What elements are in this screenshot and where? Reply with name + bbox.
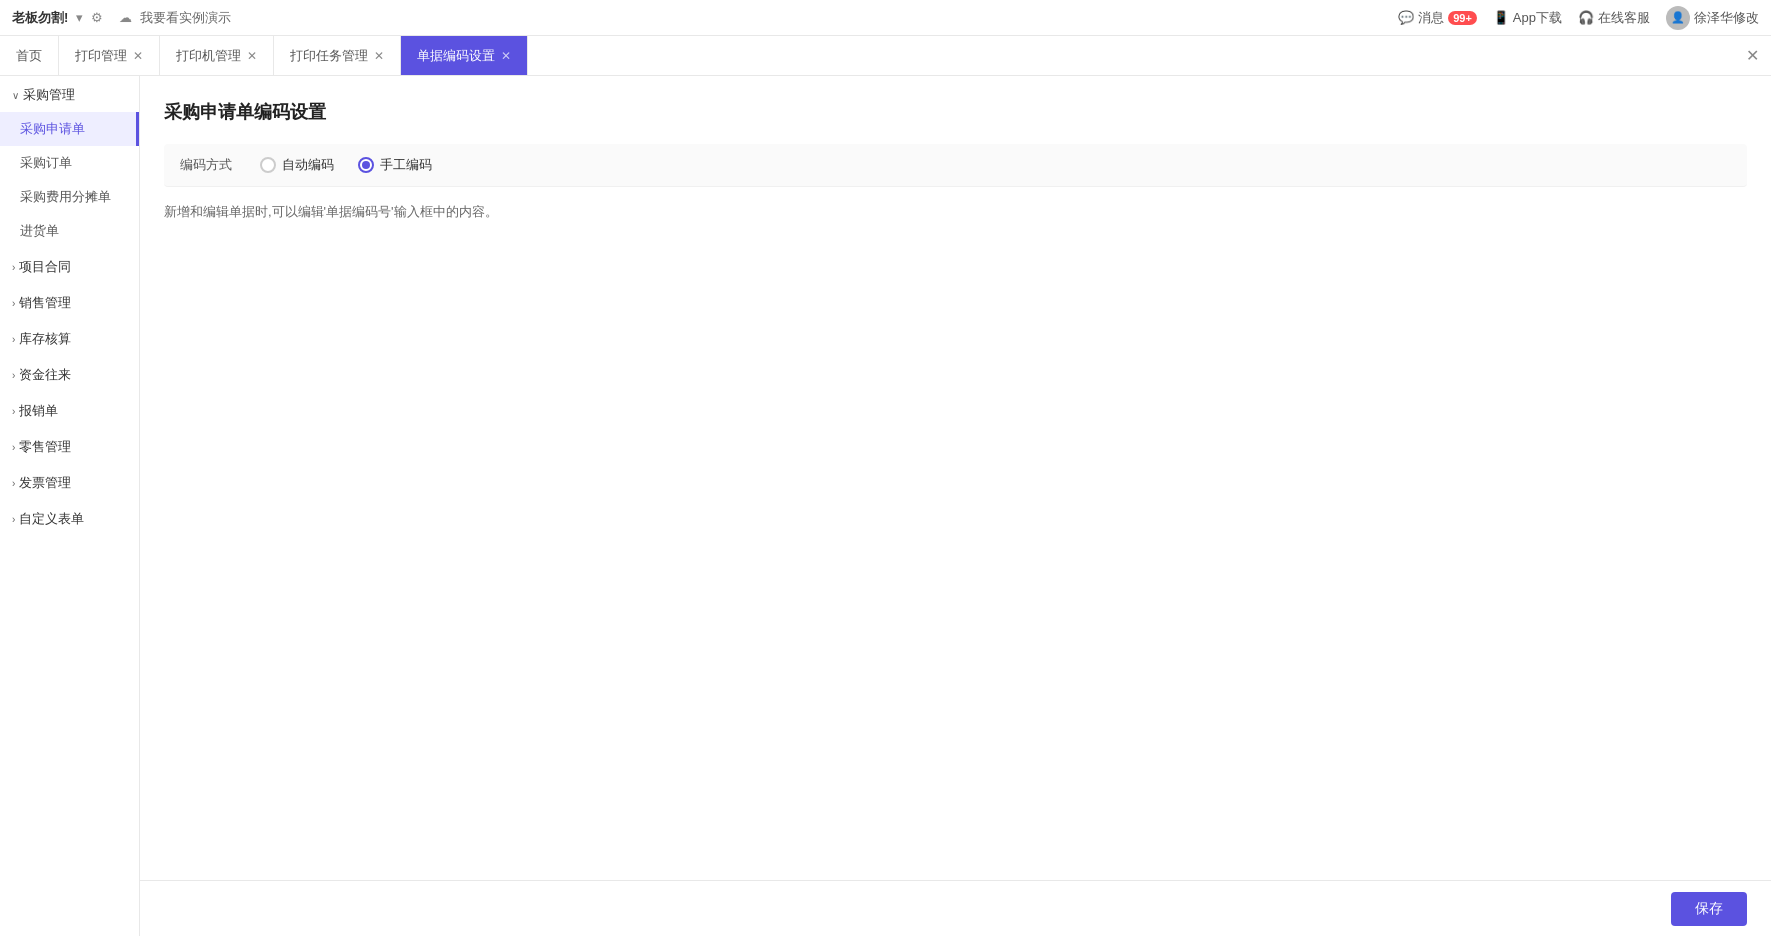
- sidebar-group-inventory-label: 库存核算: [19, 330, 71, 348]
- chevron-right-icon-2: ›: [12, 298, 15, 309]
- chevron-right-icon-8: ›: [12, 514, 15, 525]
- chevron-right-icon-4: ›: [12, 370, 15, 381]
- app-download-label: App下载: [1513, 9, 1562, 27]
- sidebar-item-purchase-order[interactable]: 采购订单: [0, 146, 139, 180]
- message-button[interactable]: 💬 消息 99+: [1398, 9, 1477, 27]
- online-service-icon: 🎧: [1578, 10, 1594, 25]
- tab-printer-mgmt-label: 打印机管理: [176, 47, 241, 65]
- sidebar-group-custom-label: 自定义表单: [19, 510, 84, 528]
- app-download-button[interactable]: 📱 App下载: [1493, 9, 1562, 27]
- app-download-icon: 📱: [1493, 10, 1509, 25]
- sidebar-group-fund-label: 资金往来: [19, 366, 71, 384]
- user-name: 徐泽华修改: [1694, 9, 1759, 27]
- tab-print-mgmt[interactable]: 打印管理 ✕: [59, 36, 160, 75]
- message-icon: 💬: [1398, 10, 1414, 25]
- chevron-down-icon: ∨: [12, 90, 19, 101]
- online-service-label: 在线客服: [1598, 9, 1650, 27]
- tab-barcode-settings-close[interactable]: ✕: [501, 49, 511, 63]
- dropdown-icon[interactable]: ▾: [76, 10, 83, 25]
- sidebar-group-custom-header[interactable]: › 自定义表单: [0, 500, 139, 536]
- sidebar-group-invoice-label: 发票管理: [19, 474, 71, 492]
- sidebar-group-purchase: ∨ 采购管理 采购申请单 采购订单 采购费用分摊单 进货单: [0, 76, 139, 248]
- save-button[interactable]: 保存: [1671, 892, 1747, 926]
- manual-code-label: 手工编码: [380, 156, 432, 174]
- encoding-label: 编码方式: [180, 156, 240, 174]
- app-logo: 老板勿割!: [12, 9, 68, 27]
- top-bar-right: 💬 消息 99+ 📱 App下载 🎧 在线客服 👤 徐泽华修改: [1398, 6, 1759, 30]
- avatar: 👤: [1666, 6, 1690, 30]
- page-title: 采购申请单编码设置: [164, 100, 1747, 124]
- content-area: 采购申请单编码设置 编码方式 自动编码 手工编码 新增和编辑单据时,可以编辑'单…: [140, 76, 1771, 936]
- sidebar-group-project-header[interactable]: › 项目合同: [0, 248, 139, 284]
- tab-bar-close[interactable]: ✕: [1734, 36, 1771, 75]
- sidebar-group-sales-header[interactable]: › 销售管理: [0, 284, 139, 320]
- tab-print-task[interactable]: 打印任务管理 ✕: [274, 36, 401, 75]
- settings-icon[interactable]: ⚙: [91, 10, 103, 25]
- chevron-right-icon-6: ›: [12, 442, 15, 453]
- message-badge: 99+: [1448, 11, 1477, 25]
- chevron-right-icon-5: ›: [12, 406, 15, 417]
- tab-print-mgmt-close[interactable]: ✕: [133, 49, 143, 63]
- sidebar-item-purchase-expense-label: 采购费用分摊单: [20, 189, 111, 204]
- sidebar-group-purchase-header[interactable]: ∨ 采购管理: [0, 76, 139, 112]
- chevron-right-icon-7: ›: [12, 478, 15, 489]
- sidebar-group-invoice-header[interactable]: › 发票管理: [0, 464, 139, 500]
- sidebar-group-inventory-header[interactable]: › 库存核算: [0, 320, 139, 356]
- sidebar-group-sales-label: 销售管理: [19, 294, 71, 312]
- tab-home-label: 首页: [16, 47, 42, 65]
- sidebar-item-stock-in[interactable]: 进货单: [0, 214, 139, 248]
- sidebar-group-retail-label: 零售管理: [19, 438, 71, 456]
- sidebar-item-purchase-expense[interactable]: 采购费用分摊单: [0, 180, 139, 214]
- manual-code-radio[interactable]: 手工编码: [358, 156, 432, 174]
- tab-print-mgmt-label: 打印管理: [75, 47, 127, 65]
- online-service-button[interactable]: 🎧 在线客服: [1578, 9, 1650, 27]
- sidebar: ∨ 采购管理 采购申请单 采购订单 采购费用分摊单 进货单 › 项目合同 › 销…: [0, 76, 140, 936]
- user-avatar-button[interactable]: 👤 徐泽华修改: [1666, 6, 1759, 30]
- tab-home[interactable]: 首页: [0, 36, 59, 75]
- info-text: 新增和编辑单据时,可以编辑'单据编码号'输入框中的内容。: [164, 203, 1747, 221]
- encoding-form-row: 编码方式 自动编码 手工编码: [164, 144, 1747, 187]
- top-bar: 老板勿割! ▾ ⚙ ☁ 我要看实例演示 💬 消息 99+ 📱 App下载 🎧 在…: [0, 0, 1771, 36]
- sidebar-item-purchase-request-label: 采购申请单: [20, 121, 85, 136]
- main-layout: ∨ 采购管理 采购申请单 采购订单 采购费用分摊单 进货单 › 项目合同 › 销…: [0, 76, 1771, 936]
- manual-code-radio-circle[interactable]: [358, 157, 374, 173]
- sidebar-group-fund-header[interactable]: › 资金往来: [0, 356, 139, 392]
- sidebar-group-project-label: 项目合同: [19, 258, 71, 276]
- content-inner: 采购申请单编码设置 编码方式 自动编码 手工编码 新增和编辑单据时,可以编辑'单…: [140, 76, 1771, 880]
- sidebar-group-purchase-label: 采购管理: [23, 86, 75, 104]
- auto-code-radio[interactable]: 自动编码: [260, 156, 334, 174]
- demo-link[interactable]: 我要看实例演示: [140, 9, 231, 27]
- tab-printer-mgmt-close[interactable]: ✕: [247, 49, 257, 63]
- content-footer: 保存: [140, 880, 1771, 936]
- auto-code-radio-circle[interactable]: [260, 157, 276, 173]
- chevron-right-icon: ›: [12, 262, 15, 273]
- sidebar-group-retail-header[interactable]: › 零售管理: [0, 428, 139, 464]
- tab-print-task-close[interactable]: ✕: [374, 49, 384, 63]
- sidebar-item-stock-in-label: 进货单: [20, 223, 59, 238]
- message-label: 消息: [1418, 9, 1444, 27]
- tab-barcode-settings-label: 单据编码设置: [417, 47, 495, 65]
- chevron-right-icon-3: ›: [12, 334, 15, 345]
- top-bar-left: 老板勿割! ▾ ⚙ ☁ 我要看实例演示: [12, 9, 231, 27]
- tab-barcode-settings[interactable]: 单据编码设置 ✕: [401, 36, 528, 75]
- sidebar-item-purchase-order-label: 采购订单: [20, 155, 72, 170]
- sidebar-group-returns-header[interactable]: › 报销单: [0, 392, 139, 428]
- tab-bar: 首页 打印管理 ✕ 打印机管理 ✕ 打印任务管理 ✕ 单据编码设置 ✕ ✕: [0, 36, 1771, 76]
- encoding-radio-group: 自动编码 手工编码: [260, 156, 432, 174]
- sidebar-item-purchase-request[interactable]: 采购申请单: [0, 112, 139, 146]
- auto-code-label: 自动编码: [282, 156, 334, 174]
- tab-printer-mgmt[interactable]: 打印机管理 ✕: [160, 36, 274, 75]
- tab-print-task-label: 打印任务管理: [290, 47, 368, 65]
- sidebar-group-returns-label: 报销单: [19, 402, 58, 420]
